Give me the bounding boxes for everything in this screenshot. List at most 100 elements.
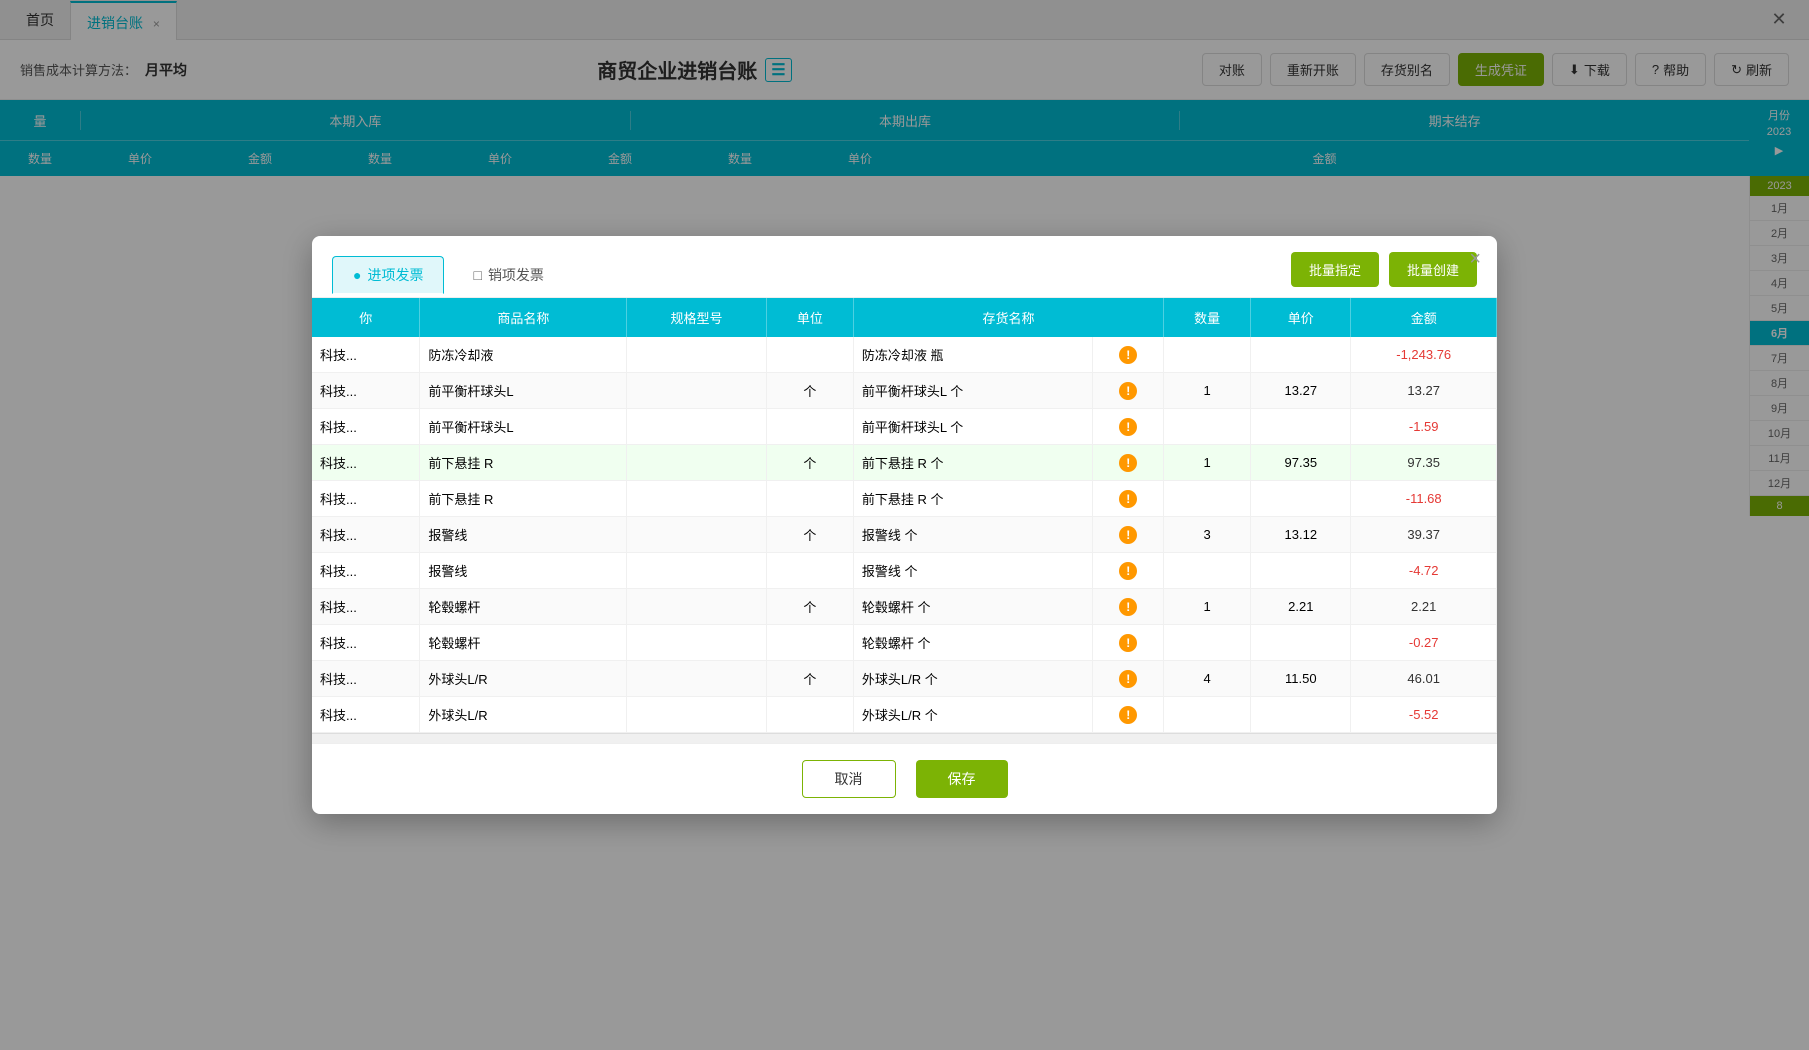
td-unit-price: 13.12: [1251, 517, 1351, 553]
batch-create-button[interactable]: 批量创建: [1389, 252, 1477, 287]
table-row: 科技... 前下悬挂 R 前下悬挂 R 个 ! -11.68: [312, 481, 1497, 517]
td-amount: -0.27: [1351, 625, 1497, 661]
table-row: 科技... 前平衡杆球头L 个 前平衡杆球头L 个 ! 1 13.27 13.2…: [312, 373, 1497, 409]
td-product: 前平衡杆球头L: [420, 373, 627, 409]
td-product: 报警线: [420, 517, 627, 553]
td-amount: 46.01: [1351, 661, 1497, 697]
td-amount: -5.52: [1351, 697, 1497, 733]
td-unit-price: [1251, 697, 1351, 733]
td-unit: 个: [766, 373, 853, 409]
td-amount: 2.21: [1351, 589, 1497, 625]
table-row: 科技... 报警线 个 报警线 个 ! 3 13.12 39.37: [312, 517, 1497, 553]
th-unit: 单位: [766, 298, 853, 337]
th-amount: 金额: [1351, 298, 1497, 337]
td-unit: 个: [766, 445, 853, 481]
td-unit-price: [1251, 625, 1351, 661]
td-amount: 97.35: [1351, 445, 1497, 481]
td-unit-price: [1251, 553, 1351, 589]
save-button[interactable]: 保存: [916, 760, 1008, 798]
td-unit-price: 97.35: [1251, 445, 1351, 481]
horizontal-scrollbar[interactable]: [312, 733, 1497, 743]
td-warn-icon: !: [1093, 409, 1164, 445]
td-amount: -1.59: [1351, 409, 1497, 445]
td-spec: [627, 481, 767, 517]
td-inventory: 防冻冷却液 瓶: [853, 337, 1092, 373]
td-company: 科技...: [312, 625, 420, 661]
modal-close-button[interactable]: ×: [1469, 248, 1481, 271]
td-product: 外球头L/R: [420, 697, 627, 733]
td-qty: [1164, 337, 1251, 373]
td-spec: [627, 625, 767, 661]
td-amount: 13.27: [1351, 373, 1497, 409]
td-unit: 个: [766, 517, 853, 553]
td-unit-price: [1251, 409, 1351, 445]
td-company: 科技...: [312, 445, 420, 481]
td-product: 前平衡杆球头L: [420, 409, 627, 445]
td-product: 轮毂螺杆: [420, 589, 627, 625]
invoice-modal: ● 进项发票 □ 销项发票 批量指定 批量创建 × 你 商品名称 规格型号: [312, 236, 1497, 814]
table-row: 科技... 轮毂螺杆 个 轮毂螺杆 个 ! 1 2.21 2.21: [312, 589, 1497, 625]
td-inventory: 报警线 个: [853, 553, 1092, 589]
table-row: 科技... 外球头L/R 个 外球头L/R 个 ! 4 11.50 46.01: [312, 661, 1497, 697]
td-product: 报警线: [420, 553, 627, 589]
td-qty: 1: [1164, 589, 1251, 625]
td-unit: 个: [766, 589, 853, 625]
td-spec: [627, 661, 767, 697]
td-unit-price: 2.21: [1251, 589, 1351, 625]
tab-purchase-invoice[interactable]: ● 进项发票: [332, 256, 444, 294]
sales-invoice-icon: □: [473, 267, 481, 283]
td-spec: [627, 517, 767, 553]
td-spec: [627, 445, 767, 481]
td-company: 科技...: [312, 409, 420, 445]
td-warn-icon: !: [1093, 373, 1164, 409]
td-qty: [1164, 625, 1251, 661]
td-company: 科技...: [312, 697, 420, 733]
td-product: 前下悬挂 R: [420, 445, 627, 481]
cancel-button[interactable]: 取消: [802, 760, 896, 798]
td-company: 科技...: [312, 553, 420, 589]
td-inventory: 外球头L/R 个: [853, 661, 1092, 697]
modal-overlay: ● 进项发票 □ 销项发票 批量指定 批量创建 × 你 商品名称 规格型号: [0, 0, 1809, 1050]
td-company: 科技...: [312, 517, 420, 553]
td-product: 前下悬挂 R: [420, 481, 627, 517]
td-unit: 个: [766, 661, 853, 697]
th-inventory-name: 存货名称: [853, 298, 1163, 337]
td-inventory: 前平衡杆球头L 个: [853, 409, 1092, 445]
td-inventory: 外球头L/R 个: [853, 697, 1092, 733]
batch-assign-button[interactable]: 批量指定: [1291, 252, 1379, 287]
td-unit: [766, 553, 853, 589]
th-spec: 规格型号: [627, 298, 767, 337]
invoice-table: 你 商品名称 规格型号 单位 存货名称 数量 单价 金额 科技... 防冻冷却液…: [312, 298, 1497, 733]
td-amount: 39.37: [1351, 517, 1497, 553]
td-unit: [766, 409, 853, 445]
td-qty: [1164, 553, 1251, 589]
td-unit-price: 13.27: [1251, 373, 1351, 409]
td-inventory: 轮毂螺杆 个: [853, 589, 1092, 625]
table-row: 科技... 前平衡杆球头L 前平衡杆球头L 个 ! -1.59: [312, 409, 1497, 445]
tab-sales-invoice[interactable]: □ 销项发票: [452, 256, 564, 294]
td-warn-icon: !: [1093, 661, 1164, 697]
modal-table-wrap: 你 商品名称 规格型号 单位 存货名称 数量 单价 金额 科技... 防冻冷却液…: [312, 298, 1497, 743]
modal-header: ● 进项发票 □ 销项发票 批量指定 批量创建: [312, 236, 1497, 298]
td-product: 外球头L/R: [420, 661, 627, 697]
td-warn-icon: !: [1093, 337, 1164, 373]
th-product-name: 商品名称: [420, 298, 627, 337]
table-row: 科技... 外球头L/R 外球头L/R 个 ! -5.52: [312, 697, 1497, 733]
td-inventory: 轮毂螺杆 个: [853, 625, 1092, 661]
td-unit-price: [1251, 481, 1351, 517]
td-inventory: 前下悬挂 R 个: [853, 445, 1092, 481]
td-spec: [627, 553, 767, 589]
td-inventory: 前下悬挂 R 个: [853, 481, 1092, 517]
td-qty: [1164, 481, 1251, 517]
td-inventory: 报警线 个: [853, 517, 1092, 553]
td-warn-icon: !: [1093, 517, 1164, 553]
td-amount: -4.72: [1351, 553, 1497, 589]
table-row: 科技... 报警线 报警线 个 ! -4.72: [312, 553, 1497, 589]
table-row: 科技... 轮毂螺杆 轮毂螺杆 个 ! -0.27: [312, 625, 1497, 661]
th-qty: 数量: [1164, 298, 1251, 337]
td-warn-icon: !: [1093, 697, 1164, 733]
td-warn-icon: !: [1093, 553, 1164, 589]
td-warn-icon: !: [1093, 589, 1164, 625]
th-unit-price: 单价: [1251, 298, 1351, 337]
modal-header-actions: 批量指定 批量创建: [1291, 252, 1477, 297]
